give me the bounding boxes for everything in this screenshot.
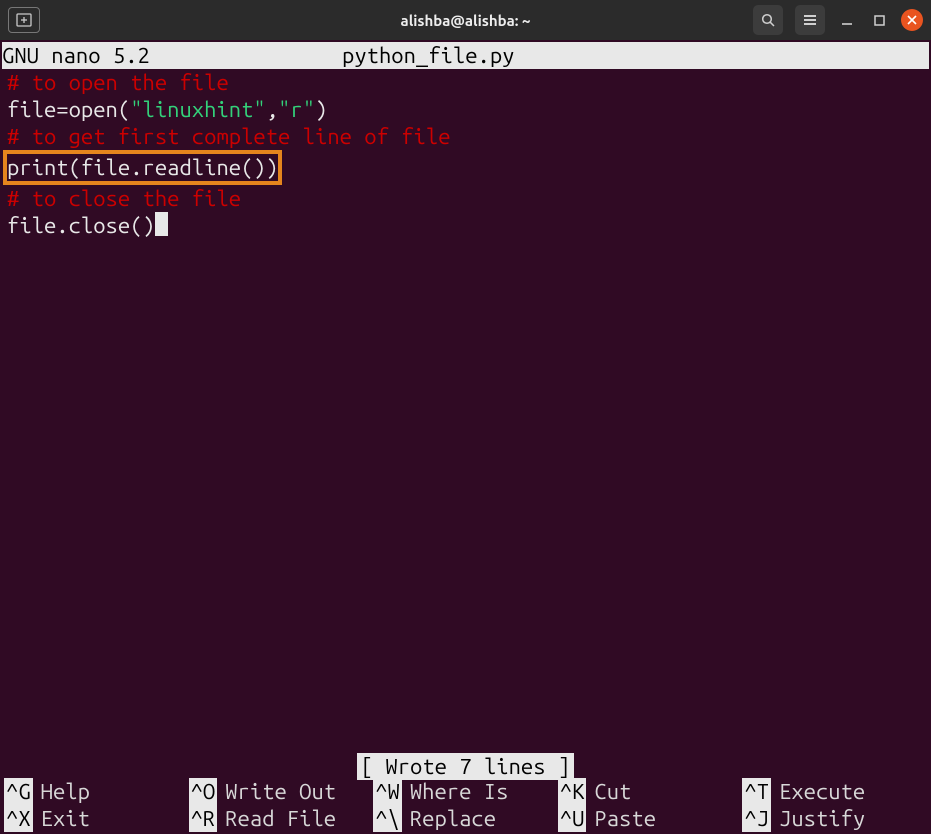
minimize-icon bbox=[841, 14, 853, 26]
shortcut-execute[interactable]: ^TExecute bbox=[742, 778, 927, 805]
editor-content[interactable]: # to open the file file=open("linuxhint"… bbox=[2, 69, 929, 239]
code-line-1: # to open the file bbox=[7, 69, 924, 96]
nano-header-bar: GNU nano 5.2 python_file.py bbox=[2, 42, 929, 69]
shortcut-justify[interactable]: ^JJustify bbox=[742, 805, 927, 832]
minimize-button[interactable] bbox=[837, 10, 857, 30]
search-button[interactable] bbox=[753, 5, 783, 35]
shortcut-exit[interactable]: ^XExit bbox=[4, 805, 189, 832]
shortcut-paste[interactable]: ^UPaste bbox=[558, 805, 743, 832]
nano-editor-name: GNU nano 5.2 bbox=[2, 42, 342, 69]
maximize-icon bbox=[874, 15, 885, 26]
shortcut-writeout[interactable]: ^OWrite Out bbox=[189, 778, 374, 805]
nano-status-line: [ Wrote 7 lines ] bbox=[0, 753, 931, 780]
code-line-5: # to close the file bbox=[7, 185, 924, 212]
shortcut-cut[interactable]: ^KCut bbox=[558, 778, 743, 805]
close-button[interactable] bbox=[901, 9, 923, 31]
new-tab-button[interactable] bbox=[8, 7, 40, 33]
window-title-bar: alishba@alishba: ~ bbox=[0, 0, 931, 40]
status-message: [ Wrote 7 lines ] bbox=[357, 753, 574, 780]
highlight-frame: print(file.readline()) bbox=[3, 150, 282, 185]
shortcut-whereis[interactable]: ^WWhere Is bbox=[373, 778, 558, 805]
highlighted-line: print(file.readline()) bbox=[7, 150, 924, 185]
shortcut-row-2: ^XExit ^RRead File ^\Replace ^UPaste ^JJ… bbox=[4, 805, 927, 832]
shortcut-help[interactable]: ^GHelp bbox=[4, 778, 189, 805]
nano-file-name: python_file.py bbox=[342, 42, 929, 69]
code-line-3: # to get first complete line of file bbox=[7, 123, 924, 150]
window-title: alishba@alishba: ~ bbox=[236, 12, 695, 29]
search-icon bbox=[761, 13, 775, 27]
shortcut-readfile[interactable]: ^RRead File bbox=[189, 805, 374, 832]
close-icon bbox=[907, 15, 917, 25]
code-line-2: file=open("linuxhint","r") bbox=[7, 96, 924, 123]
menu-button[interactable] bbox=[795, 5, 825, 35]
shortcut-row-1: ^GHelp ^OWrite Out ^WWhere Is ^KCut ^TEx… bbox=[4, 778, 927, 805]
new-tab-icon bbox=[16, 13, 32, 27]
nano-shortcuts: ^GHelp ^OWrite Out ^WWhere Is ^KCut ^TEx… bbox=[0, 778, 931, 834]
code-line-6: file.close() bbox=[7, 212, 924, 239]
terminal-area[interactable]: GNU nano 5.2 python_file.py # to open th… bbox=[0, 40, 931, 834]
shortcut-replace[interactable]: ^\Replace bbox=[373, 805, 558, 832]
maximize-button[interactable] bbox=[869, 10, 889, 30]
text-cursor bbox=[155, 212, 168, 236]
hamburger-icon bbox=[804, 15, 816, 25]
